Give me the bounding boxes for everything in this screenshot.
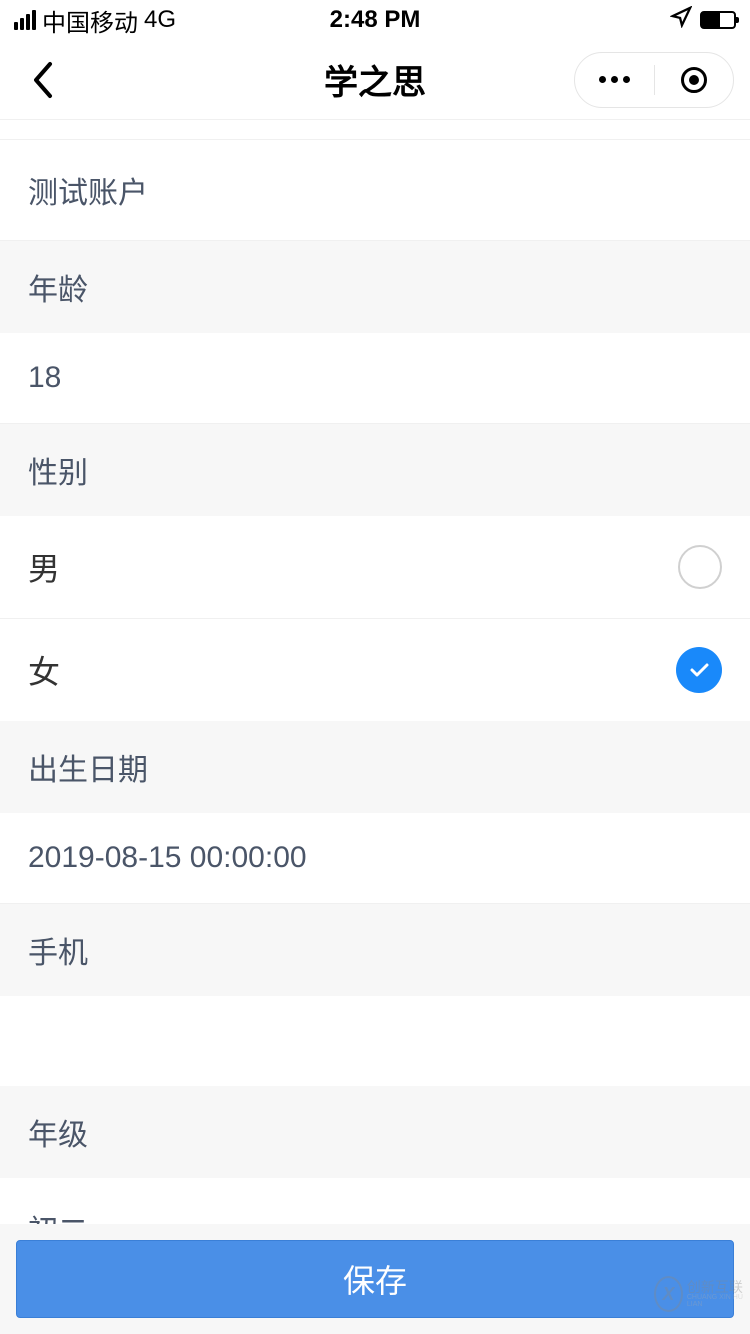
target-icon: [681, 67, 707, 93]
check-icon: [687, 658, 711, 682]
phone-input[interactable]: [0, 996, 750, 1086]
watermark: X 创新互联 CHUANG XIN HU LIAN: [654, 1274, 744, 1314]
watermark-brand: 创新互联: [687, 1280, 744, 1294]
page-title: 学之思: [324, 55, 426, 104]
radio-checked-icon: [676, 647, 722, 693]
signal-icon: [14, 10, 36, 30]
watermark-logo-icon: X: [654, 1276, 683, 1312]
gender-label: 性别: [0, 424, 750, 516]
footer: 保存: [0, 1224, 750, 1334]
status-bar: 中国移动 4G 2:48 PM: [0, 0, 750, 40]
age-label: 年龄: [0, 241, 750, 333]
carrier-label: 中国移动: [42, 3, 138, 38]
nav-bar: 学之思: [0, 40, 750, 120]
status-time: 2:48 PM: [330, 6, 421, 34]
account-value[interactable]: 测试账户: [0, 140, 750, 241]
age-input[interactable]: 18: [0, 333, 750, 424]
save-button-label: 保存: [343, 1256, 407, 1302]
chevron-left-icon: [32, 60, 56, 100]
capsule-close-button[interactable]: [655, 53, 734, 107]
more-icon: [599, 76, 630, 83]
status-left: 中国移动 4G: [14, 3, 176, 38]
gender-option-male[interactable]: 男: [0, 516, 750, 618]
gender-male-label: 男: [28, 544, 60, 590]
birthdate-input[interactable]: 2019-08-15 00:00:00: [0, 813, 750, 904]
radio-unchecked-icon: [678, 545, 722, 589]
location-icon: [670, 6, 692, 35]
status-right: [670, 6, 736, 35]
gender-option-female[interactable]: 女: [0, 618, 750, 721]
birthdate-label: 出生日期: [0, 721, 750, 813]
save-button[interactable]: 保存: [16, 1240, 734, 1318]
partial-cut-section: [0, 120, 750, 140]
back-button[interactable]: [24, 60, 64, 100]
gender-female-label: 女: [28, 647, 60, 693]
form-content: 测试账户 年龄 18 性别 男 女 出生日期 2019-08-15 00:00:…: [0, 120, 750, 1278]
capsule-menu-button[interactable]: [575, 53, 654, 107]
grade-label: 年级: [0, 1086, 750, 1178]
phone-label: 手机: [0, 904, 750, 996]
network-label: 4G: [144, 6, 176, 34]
miniprogram-capsule: [574, 52, 734, 108]
battery-icon: [700, 11, 736, 29]
